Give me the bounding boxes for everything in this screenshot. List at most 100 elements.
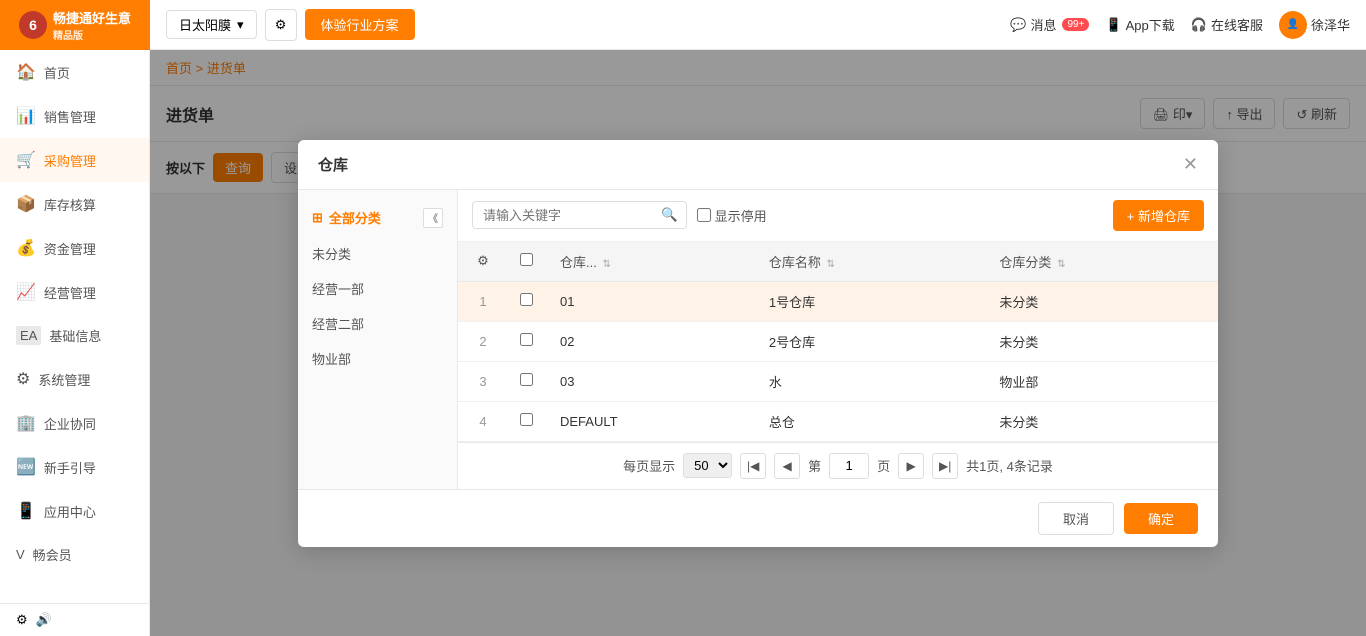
last-page-button[interactable]: ▶| bbox=[932, 453, 958, 479]
search-input-wrap: 🔍 bbox=[472, 201, 687, 229]
modal-header: 仓库 ✕ bbox=[298, 140, 1218, 190]
messages-nav[interactable]: 💬 消息 99+ bbox=[1010, 15, 1089, 34]
member-icon: V bbox=[16, 547, 25, 562]
message-badge: 99+ bbox=[1062, 18, 1089, 31]
sidebar-item-basic-info[interactable]: EA 基础信息 bbox=[0, 314, 149, 357]
row-category: 未分类 bbox=[987, 281, 1218, 321]
th-category: 仓库分类 ⇅ bbox=[987, 242, 1218, 282]
first-page-button[interactable]: |◀ bbox=[740, 453, 766, 479]
purchase-icon: 🛒 bbox=[16, 150, 36, 170]
top-center: 日太阳膜 ▾ ⚙ 体验行业方案 bbox=[166, 9, 1010, 41]
sidebar-bottom: ⚙ 🔊 bbox=[0, 603, 149, 636]
sidebar: 🏠 首页 📊 销售管理 🛒 采购管理 📦 库存核算 💰 资金管理 📈 经营管理 … bbox=[0, 50, 150, 636]
row-checkbox bbox=[508, 321, 548, 361]
row-category: 未分类 bbox=[987, 321, 1218, 361]
row-num: 2 bbox=[458, 321, 508, 361]
operations-icon: 📈 bbox=[16, 282, 36, 302]
modal-close-button[interactable]: ✕ bbox=[1183, 154, 1198, 175]
show-disabled-label: 显示停用 bbox=[697, 206, 767, 225]
row-category: 物业部 bbox=[987, 361, 1218, 401]
sidebar-item-guide[interactable]: 🆕 新手引导 bbox=[0, 445, 149, 489]
page-number-input[interactable] bbox=[829, 453, 869, 479]
sidebar-item-member[interactable]: V 畅会员 bbox=[0, 533, 149, 576]
speaker-icon[interactable]: 🔊 bbox=[36, 612, 52, 628]
row-name: 总仓 bbox=[757, 401, 988, 441]
table-row[interactable]: 3 03 水 物业部 bbox=[458, 361, 1218, 401]
modal-overlay: 仓库 ✕ ⊞ 全部分类 《 未分类 bbox=[150, 50, 1366, 636]
sidebar-item-enterprise[interactable]: 🏢 企业协同 bbox=[0, 401, 149, 445]
modal-content-area: 🔍 显示停用 + 新增仓库 bbox=[458, 190, 1218, 489]
search-input[interactable] bbox=[473, 203, 653, 228]
sidebar-item-operations[interactable]: 📈 经营管理 bbox=[0, 270, 149, 314]
row-num: 1 bbox=[458, 281, 508, 321]
category-item-dept2[interactable]: 经营二部 bbox=[298, 306, 457, 341]
sidebar-item-finance[interactable]: 💰 资金管理 bbox=[0, 226, 149, 270]
settings-col-icon: ⚙ bbox=[477, 253, 489, 268]
basic-info-icon: EA bbox=[16, 326, 41, 345]
finance-icon: 💰 bbox=[16, 238, 36, 258]
user-nav[interactable]: 👤 徐泽华 bbox=[1279, 11, 1350, 39]
sidebar-item-sales[interactable]: 📊 销售管理 bbox=[0, 94, 149, 138]
top-right: 💬 消息 99+ 📱 App下载 🎧 在线客服 👤 徐泽华 bbox=[1010, 11, 1350, 39]
confirm-button[interactable]: 确定 bbox=[1124, 503, 1198, 534]
th-code: 仓库... ⇅ bbox=[548, 242, 757, 282]
modal-footer: 取消 确定 bbox=[298, 489, 1218, 547]
table-row[interactable]: 2 02 2号仓库 未分类 bbox=[458, 321, 1218, 361]
show-disabled-checkbox[interactable] bbox=[697, 208, 711, 222]
sort-icon-code: ⇅ bbox=[602, 259, 610, 270]
next-page-button[interactable]: ▶ bbox=[898, 453, 924, 479]
logo-icon: 6 bbox=[19, 11, 47, 39]
modal-body: ⊞ 全部分类 《 未分类 经营一部 经营二部 bbox=[298, 190, 1218, 489]
search-button[interactable]: 🔍 bbox=[653, 202, 686, 228]
row-checkbox bbox=[508, 401, 548, 441]
logo-area: 6 畅捷通好生意 精品版 bbox=[0, 0, 150, 50]
row-code: 02 bbox=[548, 321, 757, 361]
headphone-icon: 🎧 bbox=[1191, 17, 1207, 33]
warehouse-modal: 仓库 ✕ ⊞ 全部分类 《 未分类 bbox=[298, 140, 1218, 547]
category-item-unclassified[interactable]: 未分类 bbox=[298, 236, 457, 271]
modal-pagination: 每页显示 50 |◀ ◀ 第 页 ▶ ▶| 共1页, 4条记录 bbox=[458, 442, 1218, 489]
sidebar-item-apps[interactable]: 📱 应用中心 bbox=[0, 489, 149, 533]
sidebar-item-inventory[interactable]: 📦 库存核算 bbox=[0, 182, 149, 226]
phone-icon: 📱 bbox=[1105, 17, 1121, 33]
settings-icon[interactable]: ⚙ bbox=[16, 612, 28, 628]
sidebar-item-system[interactable]: ⚙ 系统管理 bbox=[0, 357, 149, 401]
guide-icon: 🆕 bbox=[16, 457, 36, 477]
th-checkbox bbox=[508, 242, 548, 282]
gear-icon: ⚙ bbox=[275, 17, 287, 33]
inventory-icon: 📦 bbox=[16, 194, 36, 214]
select-all-checkbox[interactable] bbox=[520, 253, 533, 266]
row-code: 01 bbox=[548, 281, 757, 321]
sidebar-item-purchase[interactable]: 🛒 采购管理 bbox=[0, 138, 149, 182]
online-service-nav[interactable]: 🎧 在线客服 bbox=[1191, 15, 1263, 34]
gear-button[interactable]: ⚙ bbox=[265, 9, 297, 41]
store-select[interactable]: 日太阳膜 ▾ bbox=[166, 10, 257, 39]
modal-table: ⚙ 仓库... ⇅ bbox=[458, 242, 1218, 442]
cancel-button[interactable]: 取消 bbox=[1038, 502, 1114, 535]
message-icon: 💬 bbox=[1010, 17, 1026, 33]
modal-sidebar-header: ⊞ 全部分类 《 bbox=[298, 200, 457, 236]
enterprise-icon: 🏢 bbox=[16, 413, 36, 433]
top-nav: 6 畅捷通好生意 精品版 日太阳膜 ▾ ⚙ 体验行业方案 💬 消息 99+ 📱 … bbox=[0, 0, 1366, 50]
row-checkbox bbox=[508, 361, 548, 401]
add-warehouse-button[interactable]: + 新增仓库 bbox=[1113, 200, 1204, 231]
trial-button[interactable]: 体验行业方案 bbox=[305, 9, 415, 40]
category-item-property[interactable]: 物业部 bbox=[298, 341, 457, 376]
table-row[interactable]: 4 DEFAULT 总仓 未分类 bbox=[458, 401, 1218, 441]
chevron-down-icon: ▾ bbox=[237, 17, 244, 33]
row-category: 未分类 bbox=[987, 401, 1218, 441]
row-code: DEFAULT bbox=[548, 401, 757, 441]
row-name: 1号仓库 bbox=[757, 281, 988, 321]
row-num: 4 bbox=[458, 401, 508, 441]
per-page-select[interactable]: 50 bbox=[683, 453, 732, 478]
category-item-dept1[interactable]: 经营一部 bbox=[298, 271, 457, 306]
main-layout: 🏠 首页 📊 销售管理 🛒 采购管理 📦 库存核算 💰 资金管理 📈 经营管理 … bbox=[0, 50, 1366, 636]
sidebar-item-home[interactable]: 🏠 首页 bbox=[0, 50, 149, 94]
sort-icon-category: ⇅ bbox=[1057, 259, 1065, 270]
prev-page-button[interactable]: ◀ bbox=[774, 453, 800, 479]
table-row[interactable]: 1 01 1号仓库 未分类 bbox=[458, 281, 1218, 321]
app-download-nav[interactable]: 📱 App下载 bbox=[1105, 15, 1174, 34]
collapse-button[interactable]: 《 bbox=[423, 208, 443, 228]
modal-toolbar: 🔍 显示停用 + 新增仓库 bbox=[458, 190, 1218, 242]
modal-sidebar: ⊞ 全部分类 《 未分类 经营一部 经营二部 bbox=[298, 190, 458, 489]
